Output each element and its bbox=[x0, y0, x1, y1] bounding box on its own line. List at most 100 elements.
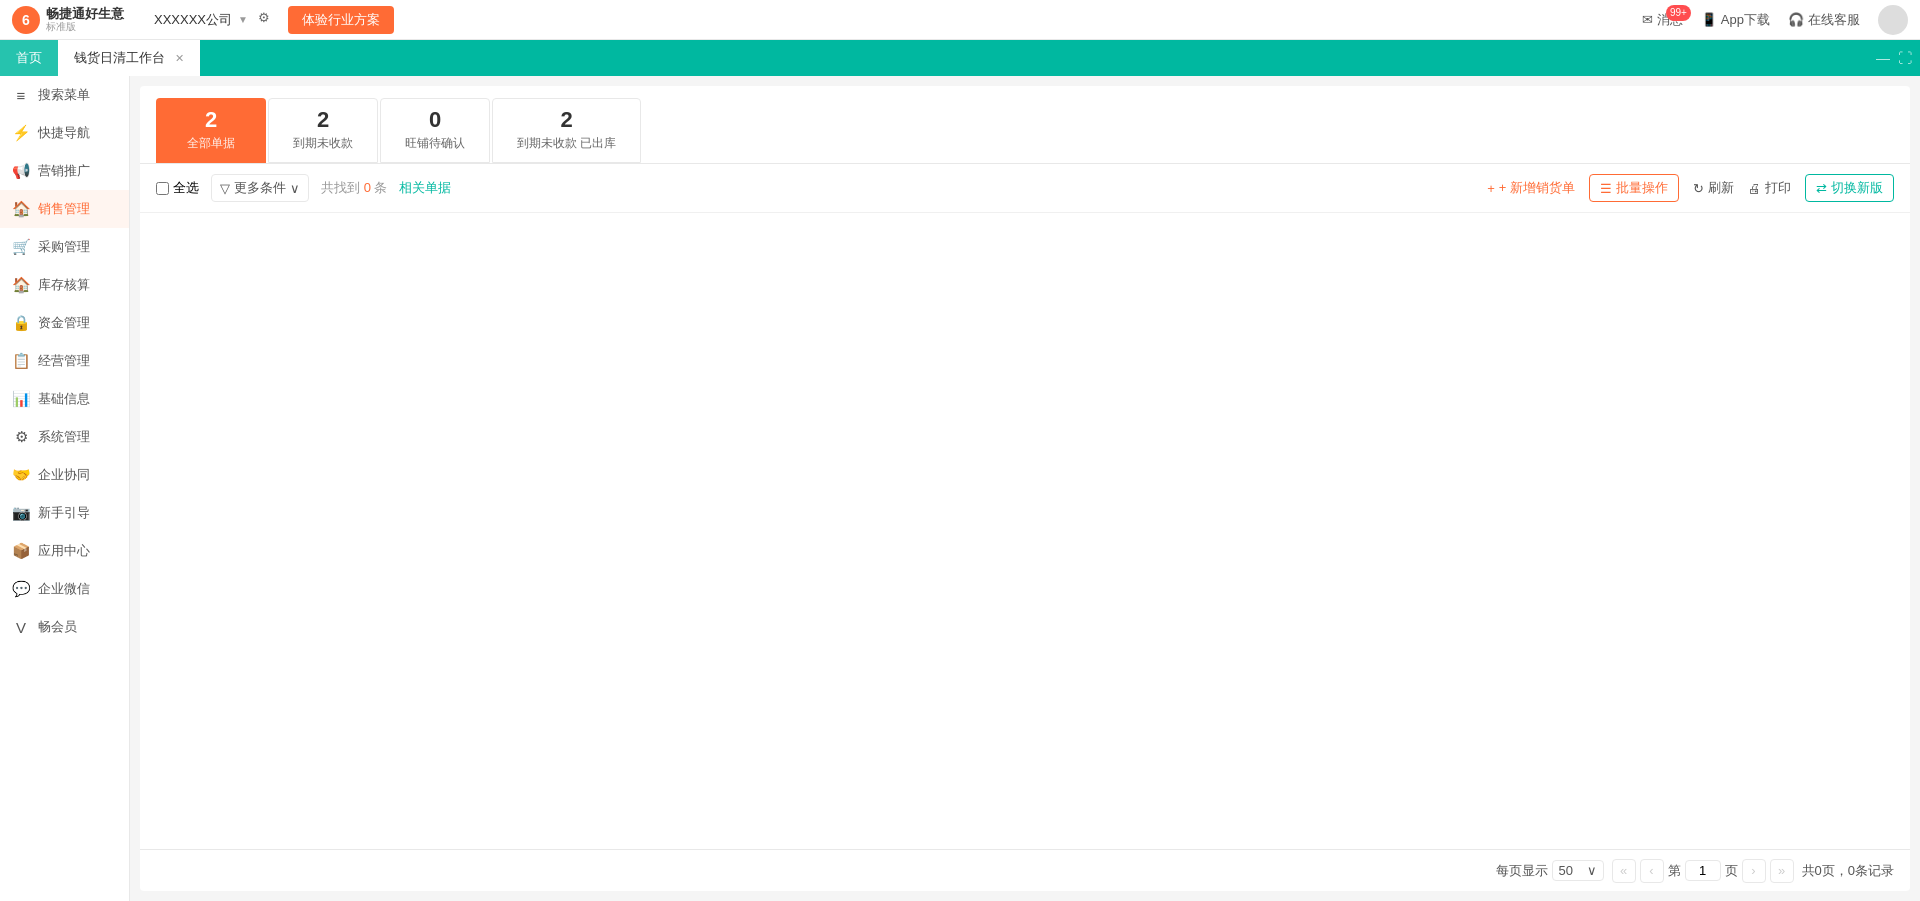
top-header: 6 畅捷通好生意 标准版 XXXXXX公司 ▼ ⚙ 体验行业方案 ✉ 消息 99… bbox=[0, 0, 1920, 40]
sidebar-guide-label: 新手引导 bbox=[38, 504, 90, 522]
tab-close-icon[interactable]: ✕ bbox=[175, 52, 184, 65]
sidebar-enterprise-label: 企业协同 bbox=[38, 466, 90, 484]
header-right: ✉ 消息 99+ 📱 App下载 🎧 在线客服 bbox=[1642, 5, 1908, 35]
sidebar-sales-label: 销售管理 bbox=[38, 200, 90, 218]
stat-label-overdue: 到期未收款 bbox=[293, 135, 353, 152]
toolbar-right: + + 新增销货单 ☰ 批量操作 ↻ 刷新 🖨 打印 bbox=[1487, 174, 1894, 202]
stat-label-shipped: 到期未收款 已出库 bbox=[517, 135, 616, 152]
stat-count-all: 2 bbox=[205, 107, 217, 133]
sidebar-item-appcenter[interactable]: 📦 应用中心 bbox=[0, 532, 129, 570]
sidebar-item-operations[interactable]: 📋 经营管理 bbox=[0, 342, 129, 380]
basicinfo-icon: 📊 bbox=[12, 390, 30, 408]
sidebar-item-inventory[interactable]: 🏠 库存核算 bbox=[0, 266, 129, 304]
select-all-input[interactable] bbox=[156, 182, 169, 195]
first-page-button[interactable]: « bbox=[1612, 859, 1636, 883]
page-size-input[interactable]: 50 ∨ bbox=[1552, 860, 1604, 881]
experience-btn[interactable]: 体验行业方案 bbox=[288, 6, 394, 34]
sidebar-item-purchase[interactable]: 🛒 采购管理 bbox=[0, 228, 129, 266]
company-dropdown-arrow: ▼ bbox=[238, 14, 248, 25]
stat-tab-all[interactable]: 2 全部单据 bbox=[156, 98, 266, 163]
sidebar-item-sales[interactable]: 🏠 销售管理 bbox=[0, 190, 129, 228]
print-icon: 🖨 bbox=[1748, 181, 1761, 196]
batch-icon: ☰ bbox=[1600, 181, 1612, 196]
page-label: 第 bbox=[1668, 862, 1681, 880]
filter-chevron-icon: ∨ bbox=[290, 181, 300, 196]
sidebar-appcenter-label: 应用中心 bbox=[38, 542, 90, 560]
user-avatar-area[interactable] bbox=[1878, 5, 1908, 35]
company-name: XXXXXX公司 bbox=[154, 11, 232, 29]
sidebar-item-enterprise[interactable]: 🤝 企业协同 bbox=[0, 456, 129, 494]
sidebar: ≡ 搜索菜单 ⚡ 快捷导航 📢 营销推广 🏠 销售管理 🛒 采购管理 🏠 库存核… bbox=[0, 76, 130, 901]
page-size-selector: 每页显示 50 ∨ bbox=[1496, 860, 1604, 881]
switch-icon: ⇄ bbox=[1816, 181, 1827, 196]
inventory-icon: 🏠 bbox=[12, 276, 30, 294]
filter-label: 更多条件 bbox=[234, 179, 286, 197]
related-orders-link[interactable]: 相关单据 bbox=[399, 179, 451, 197]
menu-icon: ≡ bbox=[12, 87, 30, 104]
sidebar-item-guide[interactable]: 📷 新手引导 bbox=[0, 494, 129, 532]
sidebar-marketing-label: 营销推广 bbox=[38, 162, 90, 180]
page-size-arrow: ∨ bbox=[1587, 863, 1597, 878]
tab-cash-flow[interactable]: 钱货日清工作台 ✕ bbox=[58, 40, 200, 76]
headset-icon: 🎧 bbox=[1788, 12, 1804, 27]
filter-button[interactable]: ▽ 更多条件 ∨ bbox=[211, 174, 309, 202]
header-left: 6 畅捷通好生意 标准版 XXXXXX公司 ▼ ⚙ 体验行业方案 bbox=[12, 6, 394, 34]
app-download-action[interactable]: 📱 App下载 bbox=[1701, 11, 1770, 29]
tab-cash-flow-label: 钱货日清工作台 bbox=[74, 49, 165, 67]
stat-tab-shipped[interactable]: 2 到期未收款 已出库 bbox=[492, 98, 641, 163]
sidebar-item-search[interactable]: ≡ 搜索菜单 bbox=[0, 76, 129, 114]
per-page-label: 每页显示 bbox=[1496, 862, 1548, 880]
refresh-icon: ↻ bbox=[1693, 181, 1704, 196]
message-action[interactable]: ✉ 消息 99+ bbox=[1642, 11, 1683, 29]
stat-tab-wangpu[interactable]: 0 旺铺待确认 bbox=[380, 98, 490, 163]
tab-minimize-icon[interactable]: — bbox=[1876, 50, 1890, 66]
select-all-checkbox[interactable]: 全选 bbox=[156, 179, 199, 197]
last-page-button[interactable]: » bbox=[1770, 859, 1794, 883]
purchase-icon: 🛒 bbox=[12, 238, 30, 256]
message-icon: ✉ bbox=[1642, 12, 1653, 27]
sidebar-basicinfo-label: 基础信息 bbox=[38, 390, 90, 408]
finance-icon: 🔒 bbox=[12, 314, 30, 332]
total-count-text: 共0页，0条记录 bbox=[1802, 862, 1894, 880]
sidebar-item-quicknav[interactable]: ⚡ 快捷导航 bbox=[0, 114, 129, 152]
sidebar-item-basicinfo[interactable]: 📊 基础信息 bbox=[0, 380, 129, 418]
app-icon: 📱 bbox=[1701, 12, 1717, 27]
stat-tab-overdue[interactable]: 2 到期未收款 bbox=[268, 98, 378, 163]
page-number-input[interactable] bbox=[1685, 860, 1721, 881]
found-count-text: 共找到 0 条 bbox=[321, 179, 387, 197]
sidebar-system-label: 系统管理 bbox=[38, 428, 90, 446]
prev-page-button[interactable]: ‹ bbox=[1640, 859, 1664, 883]
sidebar-item-wechat[interactable]: 💬 企业微信 bbox=[0, 570, 129, 608]
settings-icon[interactable]: ⚙ bbox=[258, 10, 278, 30]
sales-icon: 🏠 bbox=[12, 200, 30, 218]
next-page-button[interactable]: › bbox=[1742, 859, 1766, 883]
batch-operation-button[interactable]: ☰ 批量操作 bbox=[1589, 174, 1679, 202]
logo-area: 6 畅捷通好生意 标准版 bbox=[12, 6, 124, 34]
last-page-icon: » bbox=[1778, 863, 1785, 878]
tab-home[interactable]: 首页 bbox=[0, 40, 58, 76]
sidebar-finance-label: 资金管理 bbox=[38, 314, 90, 332]
refresh-button[interactable]: ↻ 刷新 bbox=[1693, 179, 1734, 197]
switch-label: 切换新版 bbox=[1831, 179, 1883, 197]
sidebar-item-marketing[interactable]: 📢 营销推广 bbox=[0, 152, 129, 190]
sidebar-quicknav-label: 快捷导航 bbox=[38, 124, 90, 142]
system-icon: ⚙ bbox=[12, 428, 30, 446]
first-page-icon: « bbox=[1620, 863, 1627, 878]
sidebar-item-member[interactable]: V 畅会员 bbox=[0, 608, 129, 646]
main-layout: ≡ 搜索菜单 ⚡ 快捷导航 📢 营销推广 🏠 销售管理 🛒 采购管理 🏠 库存核… bbox=[0, 76, 1920, 901]
tab-maximize-icon[interactable]: ⛶ bbox=[1898, 50, 1912, 66]
wechat-icon: 💬 bbox=[12, 580, 30, 598]
add-order-button[interactable]: + + 新增销货单 bbox=[1487, 179, 1575, 197]
print-label: 打印 bbox=[1765, 179, 1791, 197]
sidebar-item-finance[interactable]: 🔒 资金管理 bbox=[0, 304, 129, 342]
sidebar-item-system[interactable]: ⚙ 系统管理 bbox=[0, 418, 129, 456]
sidebar-member-label: 畅会员 bbox=[38, 618, 77, 636]
refresh-label: 刷新 bbox=[1708, 179, 1734, 197]
company-selector[interactable]: XXXXXX公司 ▼ bbox=[154, 11, 248, 29]
prev-page-icon: ‹ bbox=[1649, 863, 1653, 878]
online-service-action[interactable]: 🎧 在线客服 bbox=[1788, 11, 1860, 29]
print-button[interactable]: 🖨 打印 bbox=[1748, 179, 1791, 197]
pagination: 每页显示 50 ∨ « ‹ 第 页 bbox=[140, 849, 1910, 891]
switch-version-button[interactable]: ⇄ 切换新版 bbox=[1805, 174, 1894, 202]
marketing-icon: 📢 bbox=[12, 162, 30, 180]
